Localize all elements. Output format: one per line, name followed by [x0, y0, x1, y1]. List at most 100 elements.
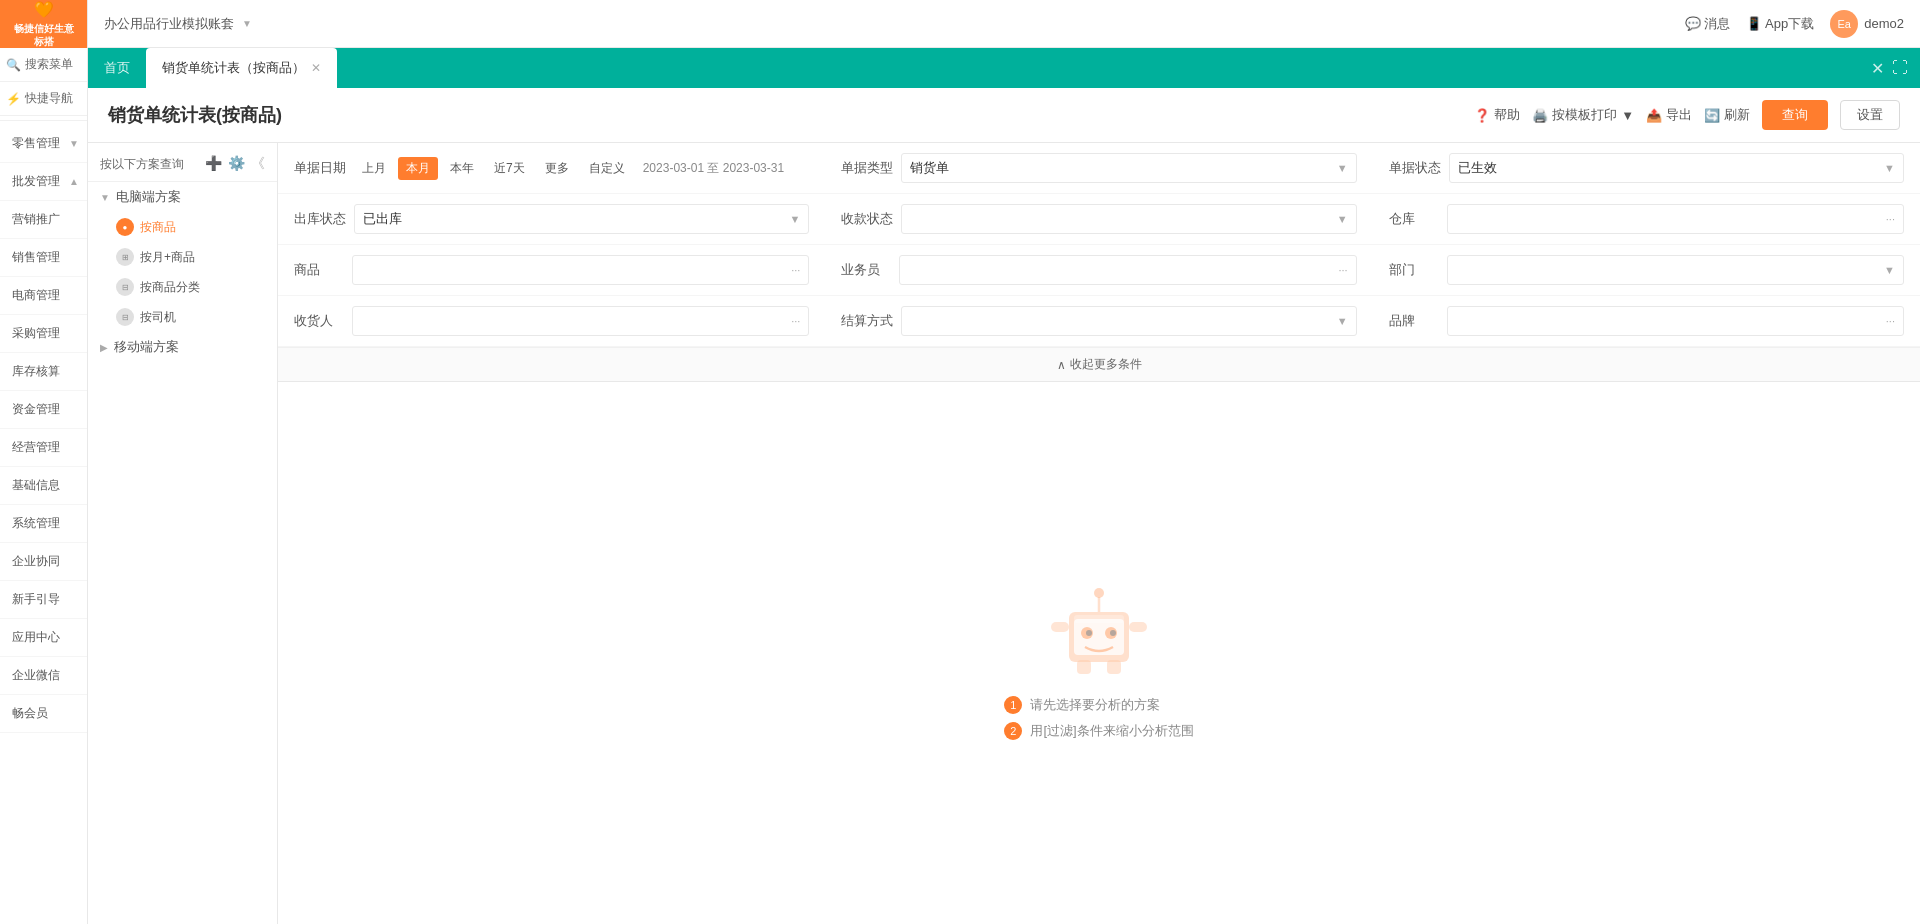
- pc-expand-icon: ▼: [100, 192, 110, 203]
- app-download-button[interactable]: 📱 App下载: [1746, 15, 1814, 33]
- scheme-by-scanner[interactable]: ⊟ 按司机: [104, 302, 277, 332]
- by-scanner-icon: ⊟: [116, 308, 134, 326]
- sales-label: 销售管理: [12, 249, 60, 266]
- tab-sales-stat[interactable]: 销货单统计表（按商品） ✕: [146, 48, 337, 88]
- sidebar-item-wechat[interactable]: 企业微信: [0, 657, 87, 695]
- search-menu-button[interactable]: 🔍 帮助 搜索菜单: [0, 48, 87, 82]
- warehouse-input[interactable]: ···: [1447, 204, 1904, 234]
- sidebar-item-operations[interactable]: 经营管理: [0, 429, 87, 467]
- print-button[interactable]: 🖨️ 按模板打印 ▼: [1532, 106, 1634, 124]
- print-dropdown-icon[interactable]: ▼: [1621, 108, 1634, 123]
- date-tab-this-year[interactable]: 本年: [442, 157, 482, 180]
- quick-nav-icon: ⚡: [6, 92, 21, 106]
- help-label: 帮助: [1494, 106, 1520, 124]
- date-tab-this-month[interactable]: 本月: [398, 157, 438, 180]
- quick-nav-button[interactable]: ⚡ 快捷导航: [0, 82, 87, 116]
- sidebar-item-inventory[interactable]: 库存核算: [0, 353, 87, 391]
- settle-input[interactable]: ▼: [901, 306, 1356, 336]
- sidebar-item-member[interactable]: 畅会员: [0, 695, 87, 733]
- refresh-label: 刷新: [1724, 106, 1750, 124]
- help-button[interactable]: ❓ 帮助: [1474, 106, 1520, 124]
- tip-text-1: 请先选择要分析的方案: [1030, 696, 1160, 714]
- export-button[interactable]: 📤 导出: [1646, 106, 1692, 124]
- salesperson-input[interactable]: ···: [899, 255, 1356, 285]
- filter-row-1: 单据日期 上月 本月 本年 近7天 更多 自定义 2023-03-01 至 20…: [278, 143, 1920, 194]
- doc-type-input[interactable]: 销货单 ▼: [901, 153, 1356, 183]
- wholesale-arrow-icon: ▲: [69, 176, 79, 187]
- empty-tips: 1 请先选择要分析的方案 2 用[过滤]条件来缩小分析范围: [1004, 696, 1193, 740]
- collect-status-input[interactable]: ▼: [901, 204, 1356, 234]
- collapse-bar[interactable]: ∧ 收起更多条件: [278, 347, 1920, 381]
- dept-input[interactable]: ▼: [1447, 255, 1904, 285]
- sidebar-item-newbie[interactable]: 新手引导: [0, 581, 87, 619]
- sidebar-item-enterprise[interactable]: 企业协同: [0, 543, 87, 581]
- user-avatar: Ea: [1830, 10, 1858, 38]
- date-tab-last-month[interactable]: 上月: [354, 157, 394, 180]
- tab-close-icon[interactable]: ✕: [311, 61, 321, 75]
- svg-point-4: [1086, 630, 1092, 636]
- sidebar-item-system[interactable]: 系统管理: [0, 505, 87, 543]
- inventory-label: 库存核算: [12, 363, 60, 380]
- dept-filter-cell: 部门 ▼: [1373, 245, 1920, 296]
- logo-text-line2: 标搭: [34, 35, 54, 48]
- tab-expand-icon[interactable]: ⛶: [1892, 59, 1908, 77]
- scheme-by-product-cat[interactable]: ⊟ 按商品分类: [104, 272, 277, 302]
- sales-stat-tab-label: 销货单统计表（按商品）: [162, 59, 305, 77]
- out-status-input[interactable]: 已出库 ▼: [354, 204, 809, 234]
- tip-num-1: 1: [1004, 696, 1022, 714]
- collapse-panel-icon[interactable]: 《: [251, 155, 265, 173]
- receiver-input[interactable]: ···: [352, 306, 809, 336]
- sidebar-item-sales[interactable]: 销售管理: [0, 239, 87, 277]
- doc-status-input[interactable]: 已生效 ▼: [1449, 153, 1904, 183]
- add-scheme-icon[interactable]: ➕: [205, 155, 222, 173]
- brand-input[interactable]: ···: [1447, 306, 1904, 336]
- collapse-label: 收起更多条件: [1070, 356, 1142, 373]
- page-header: 销货单统计表(按商品) ❓ 帮助 🖨️ 按模板打印 ▼ 📤 导出 🔄 刷新 查询…: [88, 88, 1920, 143]
- user-menu[interactable]: Ea demo2: [1830, 10, 1904, 38]
- tab-close-all-icon[interactable]: ✕: [1871, 59, 1884, 78]
- sidebar-item-marketing[interactable]: 营销推广: [0, 201, 87, 239]
- svg-rect-1: [1074, 619, 1124, 655]
- sidebar-item-purchase[interactable]: 采购管理: [0, 315, 87, 353]
- workspace-dropdown-icon[interactable]: ▼: [242, 18, 252, 29]
- sidebar-item-retail[interactable]: 零售管理 ▼: [0, 125, 87, 163]
- scheme-by-month-product[interactable]: ⊞ 按月+商品: [104, 242, 277, 272]
- sidebar-item-appcenter[interactable]: 应用中心: [0, 619, 87, 657]
- topbar-right: 💬 消息 📱 App下载 Ea demo2: [1685, 10, 1904, 38]
- scheme-by-product[interactable]: ● 按商品: [104, 212, 277, 242]
- warehouse-label: 仓库: [1389, 210, 1439, 228]
- filter-row-4: 收货人 ··· 结算方式 ▼ 品牌: [278, 296, 1920, 347]
- settings-scheme-icon[interactable]: ⚙️: [228, 155, 245, 173]
- date-tab-more[interactable]: 更多: [537, 157, 577, 180]
- collect-status-label: 收款状态: [841, 210, 893, 228]
- tree-node-pc[interactable]: ▼ 电脑端方案: [88, 182, 277, 212]
- purchase-label: 采购管理: [12, 325, 60, 342]
- operations-label: 经营管理: [12, 439, 60, 456]
- sidebar-item-basic[interactable]: 基础信息: [0, 467, 87, 505]
- receiver-filter-cell: 收货人 ···: [278, 296, 825, 347]
- workspace-name: 办公用品行业模拟账套: [104, 15, 234, 33]
- sidebar-item-wholesale[interactable]: 批发管理 ▲: [0, 163, 87, 201]
- refresh-button[interactable]: 🔄 刷新: [1704, 106, 1750, 124]
- sidebar-item-finance[interactable]: 资金管理: [0, 391, 87, 429]
- out-status-label: 出库状态: [294, 210, 346, 228]
- date-tab-custom[interactable]: 自定义: [581, 157, 633, 180]
- goods-input[interactable]: ···: [352, 255, 809, 285]
- export-icon: 📤: [1646, 108, 1662, 123]
- by-product-label: 按商品: [140, 219, 176, 236]
- collect-status-dropdown-icon: ▼: [1337, 213, 1348, 225]
- basic-label: 基础信息: [12, 477, 60, 494]
- sidebar-item-ecommerce[interactable]: 电商管理: [0, 277, 87, 315]
- doc-status-label: 单据状态: [1389, 159, 1441, 177]
- tip-item-2: 2 用[过滤]条件来缩小分析范围: [1004, 722, 1193, 740]
- page-actions: ❓ 帮助 🖨️ 按模板打印 ▼ 📤 导出 🔄 刷新 查询 设置: [1474, 100, 1900, 130]
- tip-item-1: 1 请先选择要分析的方案: [1004, 696, 1193, 714]
- setting-button[interactable]: 设置: [1840, 100, 1900, 130]
- tab-home[interactable]: 首页: [88, 48, 146, 88]
- svg-point-5: [1110, 630, 1116, 636]
- doc-status-dropdown-icon: ▼: [1884, 162, 1895, 174]
- query-button[interactable]: 查询: [1762, 100, 1828, 130]
- messages-button[interactable]: 💬 消息: [1685, 15, 1731, 33]
- date-tab-7days[interactable]: 近7天: [486, 157, 533, 180]
- tree-node-mobile[interactable]: ▶ 移动端方案: [88, 332, 277, 362]
